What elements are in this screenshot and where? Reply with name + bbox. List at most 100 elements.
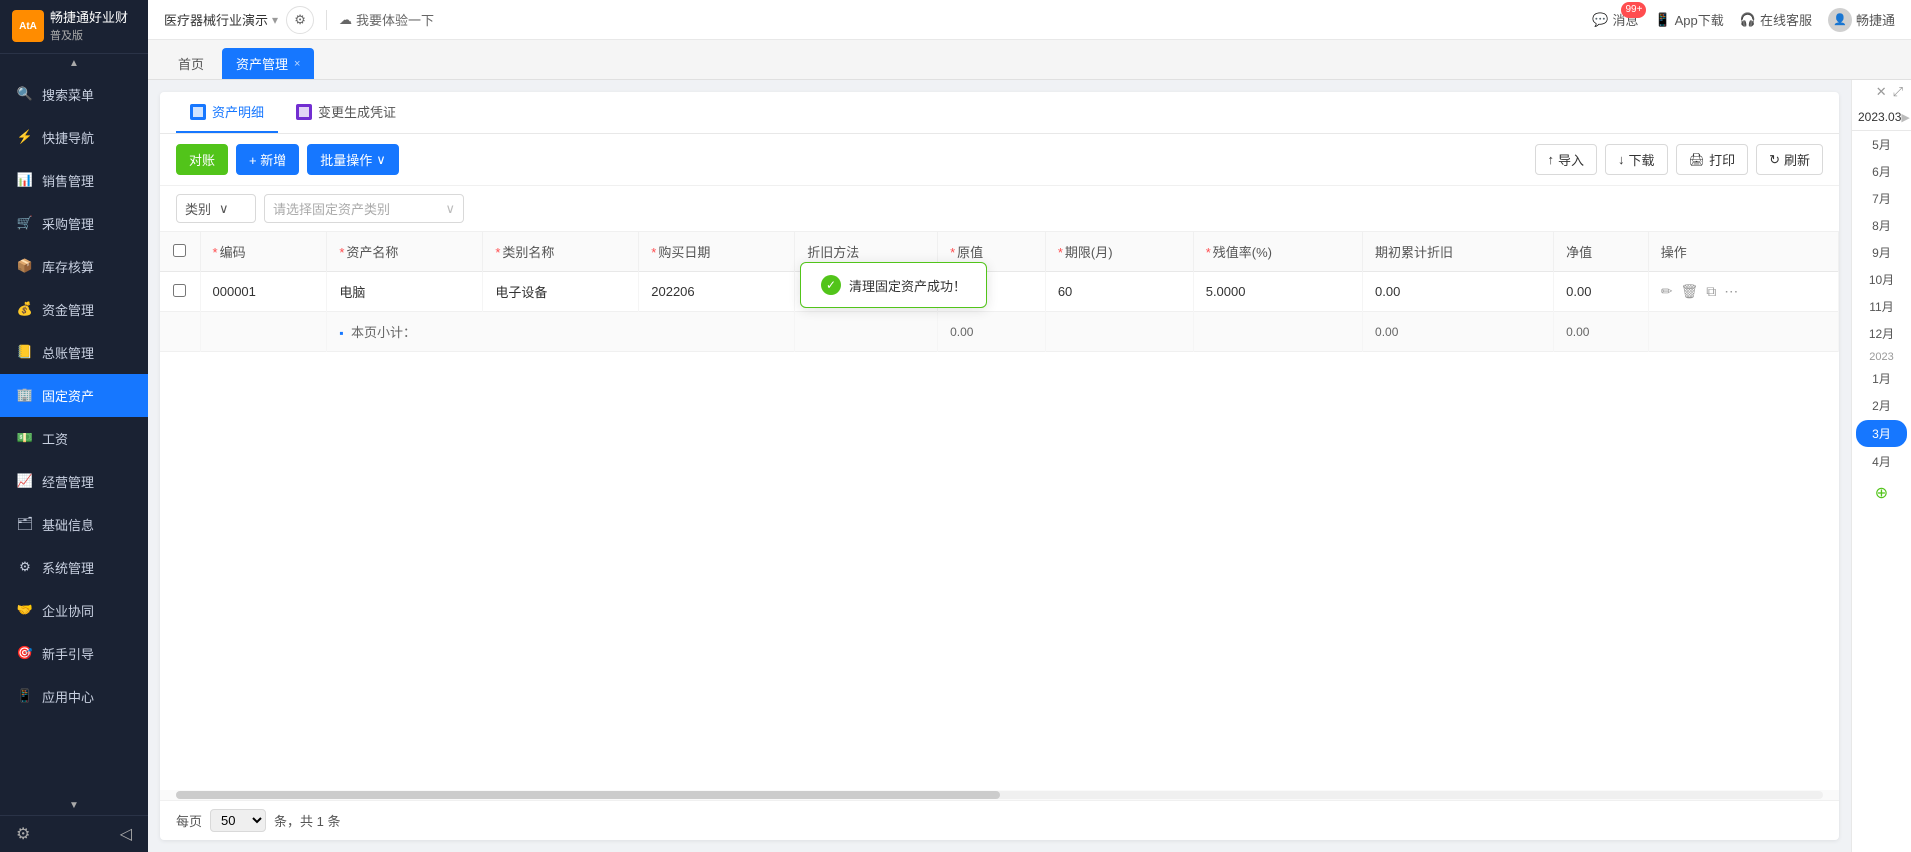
row-checkbox[interactable] (173, 284, 186, 297)
avatar: 👤 (1828, 8, 1852, 32)
sidebar-item-label: 工资 (42, 429, 68, 448)
sales-icon: 📊 (16, 171, 34, 189)
settings-btn[interactable]: ⚙ (16, 824, 30, 844)
timeline-expand-btn[interactable]: ⤢ (1893, 84, 1903, 100)
sidebar-item-search[interactable]: 🔍 搜索菜单 (0, 73, 148, 116)
timeline-month-10[interactable]: 10月 (1852, 266, 1911, 293)
sidebar-item-quicknav[interactable]: ⚡ 快捷导航 (0, 116, 148, 159)
cell-accumulated: 0.00 (1363, 272, 1554, 312)
company-selector[interactable]: 医疗器械行业演示 ▾ (164, 10, 278, 29)
download-btn[interactable]: ↓ 下载 (1605, 144, 1668, 175)
experience-btn[interactable]: ☁ 我要体验一下 (339, 10, 434, 29)
timeline-month-4[interactable]: 4月 (1852, 448, 1911, 475)
customer-service-btn[interactable]: 🎧 在线客服 (1740, 10, 1812, 29)
sidebar-item-salary[interactable]: 💵 工资 (0, 417, 148, 460)
app-label: App下载 (1675, 10, 1724, 29)
sidebar-item-inventory[interactable]: 📦 库存核算 (0, 245, 148, 288)
scroll-indicator (160, 790, 1839, 800)
timeline-close-btn[interactable]: ✕ (1876, 84, 1887, 100)
timeline-month-1[interactable]: 1月 (1852, 365, 1911, 392)
timeline-months: 5月 6月 7月 8月 9月 10月 11月 12月 2023 1月 2月 3月… (1852, 131, 1911, 852)
sidebar-item-label: 快捷导航 (42, 128, 94, 147)
import-btn[interactable]: ↑ 导入 (1535, 144, 1598, 175)
category-input[interactable]: 请选择固定资产类别 ∨ (264, 194, 464, 223)
tab-asset-management[interactable]: 资产管理 × (222, 48, 314, 79)
import-icon: ↑ (1548, 152, 1555, 167)
sidebar-logo: AtA 畅捷通好业财 普及版 (0, 0, 148, 54)
sidebar-item-assets[interactable]: 🏢 固定资产 (0, 374, 148, 417)
timeline-year-display: 2023.03 (1858, 110, 1901, 124)
sidebar-item-operations[interactable]: 📈 经营管理 (0, 460, 148, 503)
timeline-month-2[interactable]: 2月 (1852, 392, 1911, 419)
sidebar-item-label: 总账管理 (42, 343, 94, 362)
service-icon: 🎧 (1740, 12, 1756, 28)
user-menu[interactable]: 👤 畅捷通 (1828, 8, 1895, 32)
sidebar-item-label: 采购管理 (42, 214, 94, 233)
sidebar-item-label: 资金管理 (42, 300, 94, 319)
sidebar-item-purchase[interactable]: 🛒 采购管理 (0, 202, 148, 245)
tab-home[interactable]: 首页 (164, 48, 218, 79)
category-filter[interactable]: 类别 ∨ (176, 194, 256, 223)
tab-close-icon[interactable]: × (294, 58, 300, 70)
sidebar-scroll-down[interactable]: ▼ (0, 796, 148, 815)
timeline-month-11[interactable]: 11月 (1852, 293, 1911, 320)
sidebar-item-label: 基础信息 (42, 515, 94, 534)
ledger-icon: 📒 (16, 343, 34, 361)
refresh-btn[interactable]: ↻ 刷新 (1756, 144, 1823, 175)
timeline-month-9[interactable]: 9月 (1852, 239, 1911, 266)
sidebar-scroll-up[interactable]: ▲ (0, 54, 148, 73)
th-accumulated: 期初累计折旧 (1363, 232, 1554, 272)
sub-tab-change-voucher[interactable]: 变更生成凭证 (282, 92, 410, 133)
timeline-month-12[interactable]: 12月 (1852, 320, 1911, 347)
cell-category: 电子设备 (483, 272, 639, 312)
message-badge: 99+ (1621, 2, 1646, 18)
assets-table: *编码 *资产名称 *类别名称 *购买日期 折旧方法 *原值 *期限(月) *残… (160, 232, 1839, 352)
assets-icon: 🏢 (16, 386, 34, 404)
copy-icon[interactable]: ⧉ (1706, 283, 1716, 300)
print-icon: 🖨 (1689, 152, 1706, 168)
subtotal-empty6 (1648, 312, 1838, 352)
timeline-month-7[interactable]: 7月 (1852, 185, 1911, 212)
per-page-select[interactable]: 50 100 (210, 809, 266, 832)
timeline-month-5[interactable]: 5月 (1852, 131, 1911, 158)
cell-operations: ✏ 🗑 ⧉ ⋯ (1648, 272, 1838, 312)
topbar-settings-btn[interactable]: ⚙ (286, 6, 314, 34)
search-icon: 🔍 (16, 85, 34, 103)
cell-residual-rate: 5.0000 (1193, 272, 1362, 312)
sidebar-item-sales[interactable]: 📊 销售管理 (0, 159, 148, 202)
sidebar-item-label: 企业协同 (42, 601, 94, 620)
select-all-checkbox[interactable] (173, 244, 186, 257)
sidebar-item-guide[interactable]: 🎯 新手引导 (0, 632, 148, 675)
sidebar-item-ledger[interactable]: 📒 总账管理 (0, 331, 148, 374)
topbar-right: 💬 消息 99+ 📱 App下载 🎧 在线客服 👤 畅捷通 (1592, 8, 1895, 32)
more-icon[interactable]: ⋯ (1724, 283, 1738, 300)
new-btn[interactable]: + 新增 (236, 144, 299, 175)
print-btn[interactable]: 🖨 打印 (1676, 144, 1749, 175)
sidebar-item-system[interactable]: ⚙ 系统管理 (0, 546, 148, 589)
sidebar-item-appstore[interactable]: 📱 应用中心 (0, 675, 148, 718)
asset-detail-icon (190, 104, 206, 120)
cloud-icon: ☁ (339, 12, 352, 28)
timeline-month-8[interactable]: 8月 (1852, 212, 1911, 239)
app-download-btn[interactable]: 📱 App下载 (1654, 10, 1723, 29)
sidebar-item-label: 应用中心 (42, 687, 94, 706)
subtotal-empty1 (160, 312, 200, 352)
edit-icon[interactable]: ✏ (1661, 283, 1673, 300)
reconcile-btn[interactable]: 对账 (176, 144, 228, 175)
timeline-month-6[interactable]: 6月 (1852, 158, 1911, 185)
subtotal-empty3 (795, 312, 938, 352)
delete-icon[interactable]: 🗑 (1680, 283, 1698, 300)
sidebar-item-enterprise[interactable]: 🤝 企业协同 (0, 589, 148, 632)
timeline-month-3-active[interactable]: 3月 (1856, 420, 1907, 447)
collapse-sidebar-btn[interactable]: ◁ (120, 824, 132, 844)
appstore-icon: 📱 (16, 687, 34, 705)
th-period: *期限(月) (1045, 232, 1193, 272)
batch-ops-btn[interactable]: 批量操作 ∨ (307, 144, 399, 175)
scroll-thumb[interactable] (176, 791, 1000, 799)
timeline-controls: ✕ ⤢ (1852, 80, 1911, 104)
sidebar-item-base[interactable]: 🗂 基础信息 (0, 503, 148, 546)
sub-tab-asset-detail[interactable]: 资产明细 (176, 92, 278, 133)
timeline-expand-months[interactable]: ⊕ (1852, 475, 1911, 511)
sidebar-item-finance[interactable]: 💰 资金管理 (0, 288, 148, 331)
message-btn[interactable]: 💬 消息 99+ (1592, 10, 1638, 29)
